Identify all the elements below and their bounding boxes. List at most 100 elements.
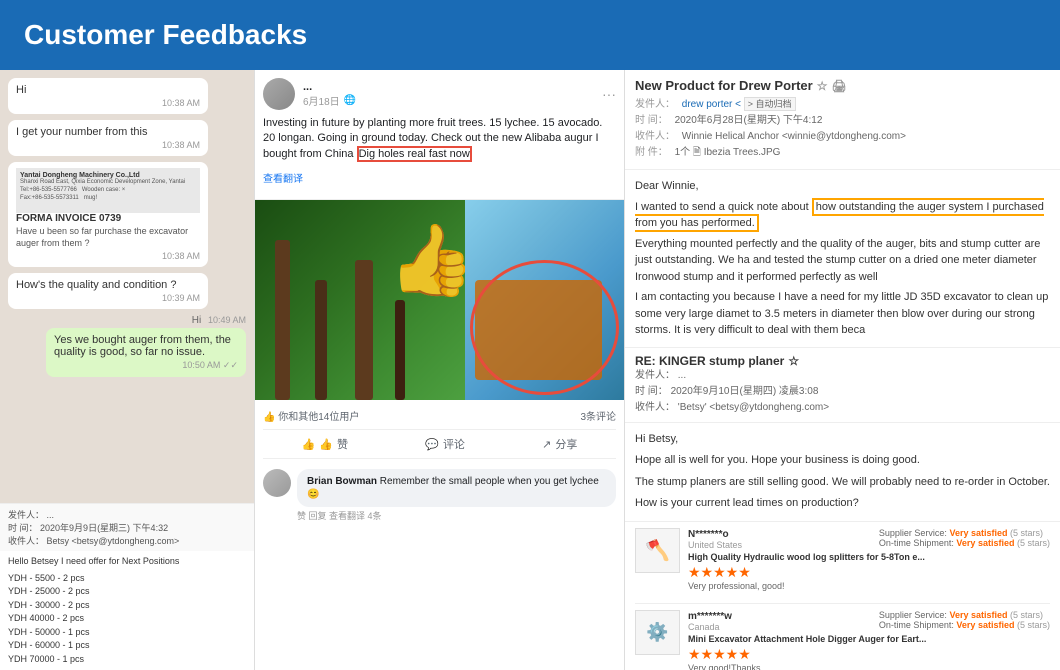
tree-trunk-1 bbox=[275, 240, 290, 400]
fb-user-name: ... bbox=[303, 81, 356, 93]
chat-text-2: I get your number from this bbox=[16, 126, 147, 138]
like-button[interactable]: 👍 👍 赞 bbox=[302, 436, 348, 452]
chat-bubble-1: Hi 10:38 AM bbox=[8, 78, 208, 114]
fb-post-text: Investing in future by planting more fru… bbox=[263, 116, 616, 162]
email1-para3: I am contacting you because I have a nee… bbox=[635, 289, 1050, 339]
invoice-company: Yantai Dongheng Machinery Co.,Ltd bbox=[20, 172, 140, 179]
star2-icon[interactable]: ☆ bbox=[788, 354, 799, 368]
commenter-avatar bbox=[263, 469, 291, 497]
share-button[interactable]: ↗ 分享 bbox=[542, 436, 577, 452]
review2-img-box: ⚙️ bbox=[635, 610, 680, 655]
left-email-section: 发件人： ... 时 间： 2020年9月9日(星期三) 下午4:32 收件人：… bbox=[0, 503, 254, 551]
invoice-image: Yantai Dongheng Machinery Co.,Ltd Shanxi… bbox=[16, 168, 200, 213]
comment-actions: 赞 回复 查看翻译 4条 bbox=[297, 509, 616, 522]
fb-user-row: ... 6月18日 🌐 bbox=[263, 78, 356, 110]
invoice-time: 10:38 AM bbox=[16, 251, 200, 261]
page-header: Customer Feedbacks bbox=[0, 0, 1060, 70]
left-email-to: 收件人： Betsy <betsy@ytdongheng.com> bbox=[8, 534, 246, 547]
email2-to-row: 收件人： 'Betsy' <betsy@ytdongheng.com> bbox=[635, 400, 1050, 416]
fb-comment: Brian Bowman Remember the small people w… bbox=[255, 463, 624, 528]
order-item: YDH - 5500 - 2 pcs bbox=[8, 572, 246, 586]
chat-time-2: 10:38 AM bbox=[16, 140, 200, 150]
review1-product-image: 🪓 bbox=[635, 528, 680, 573]
reviews-area: 🪓 N*******o United States Supplier Servi… bbox=[625, 522, 1060, 670]
reply-message: Yes we bought auger from them, the quali… bbox=[8, 328, 246, 377]
review1-details: N*******o United States Supplier Service… bbox=[688, 528, 1050, 591]
review1-stars: ★★★★★ bbox=[688, 564, 1050, 581]
review-item-1: 🪓 N*******o United States Supplier Servi… bbox=[635, 528, 1050, 591]
comment-button[interactable]: 💬 评论 bbox=[425, 436, 465, 452]
review1-comment: Very professional, good! bbox=[688, 581, 1050, 591]
fb-avatar bbox=[263, 78, 295, 110]
fb-plant-image-left: 👍 bbox=[255, 200, 465, 400]
review1-header: N*******o United States Supplier Service… bbox=[688, 528, 1050, 550]
reply-bubble: Yes we bought auger from them, the quali… bbox=[46, 328, 246, 377]
print-icon[interactable]: 🖨 bbox=[831, 79, 846, 93]
review1-product-name: High Quality Hydraulic wood log splitter… bbox=[688, 552, 1050, 562]
review2-stars: ★★★★★ bbox=[688, 646, 1050, 663]
email1-greeting: Dear Winnie, bbox=[635, 178, 1050, 195]
invoice-title: FORMA INVOICE 0739 bbox=[16, 213, 200, 224]
left-panel: Hi 10:38 AM I get your number from this … bbox=[0, 70, 255, 670]
left-email-time: 时 间： 2020年9月9日(星期三) 下午4:32 bbox=[8, 521, 246, 534]
chat-time-3: 10:39 AM bbox=[16, 293, 200, 303]
review-divider bbox=[635, 603, 1050, 604]
email1-header: New Product for Drew Porter ☆ 🖨 发件人： dre… bbox=[625, 70, 1060, 170]
chat-text-1: Hi bbox=[16, 84, 26, 96]
email2-header: RE: KINGER stump planer ☆ 发件人： ... 时 间： … bbox=[625, 348, 1060, 423]
order-list: Hello Betsey I need offer for Next Posit… bbox=[0, 551, 254, 670]
fb-actions: 👍 👍 赞 💬 评论 ↗ 分享 bbox=[263, 429, 616, 459]
star-icon[interactable]: ☆ bbox=[817, 79, 828, 93]
fb-post-header: ... 6月18日 🌐 ··· bbox=[263, 78, 616, 110]
email2-para1: Hope all is well for you. Hope your busi… bbox=[635, 452, 1050, 470]
chat-area: Hi 10:38 AM I get your number from this … bbox=[0, 70, 254, 503]
order-item: YDH - 50000 - 1 pcs bbox=[8, 626, 246, 640]
comment-icon: 💬 bbox=[425, 438, 439, 451]
email2-greeting: Hi Betsy, bbox=[635, 431, 1050, 449]
email1-attachment-row: 附 件： 1个 🗎 Ibezia Trees.JPG bbox=[635, 145, 1050, 161]
email1-para2: Everything mounted perfectly and the qua… bbox=[635, 236, 1050, 286]
excavator-circle bbox=[470, 260, 619, 395]
email1-subject: New Product for Drew Porter ☆ 🖨 bbox=[635, 78, 1050, 93]
order-intro: Hello Betsey I need offer for Next Posit… bbox=[8, 555, 246, 569]
fb-user-info: ... 6月18日 🌐 bbox=[303, 81, 356, 108]
email1-para1: I wanted to send a quick note about how … bbox=[635, 199, 1050, 232]
fb-excavator-image bbox=[465, 200, 624, 400]
fb-highlight-text: Dig holes real fast now bbox=[357, 146, 472, 162]
review1-img-box: 🪓 bbox=[635, 528, 680, 573]
review2-comment: Very good!Thanks bbox=[688, 663, 1050, 670]
email1-sender: drew porter < bbox=[682, 99, 741, 110]
commenter-name: Brian Bowman bbox=[307, 476, 377, 487]
more-options-button[interactable]: ··· bbox=[602, 86, 616, 102]
review-item-2: ⚙️ m*******w Canada Supplier Service: Ve… bbox=[635, 610, 1050, 670]
fb-images: 👍 bbox=[255, 200, 624, 400]
email1-to-row: 收件人： Winnie Helical Anchor <winnie@ytdon… bbox=[635, 129, 1050, 145]
fb-likes: 👍 你和其他14位用户 3条评论 bbox=[263, 408, 616, 423]
right-panel: New Product for Drew Porter ☆ 🖨 发件人： dre… bbox=[625, 70, 1060, 670]
chat-message-1: Hi 10:38 AM bbox=[8, 78, 246, 114]
thumbs-up-overlay: 👍 bbox=[388, 220, 465, 302]
email1-from-row: 发件人： drew porter < > 自动归档 bbox=[635, 97, 1050, 113]
chat-bubble-2: I get your number from this 10:38 AM bbox=[8, 120, 208, 156]
email1-time-row: 时 间： 2020年6月28日(星期天) 下午4:12 bbox=[635, 113, 1050, 129]
email2-subject: RE: KINGER stump planer ☆ bbox=[635, 354, 1050, 368]
tree-trunk-4 bbox=[395, 300, 405, 400]
invoice-bubble: Yantai Dongheng Machinery Co.,Ltd Shanxi… bbox=[8, 162, 208, 267]
comment-text: Brian Bowman Remember the small people w… bbox=[297, 469, 616, 507]
hi-label: Hi 10:49 AM bbox=[8, 315, 246, 326]
left-email-from: 发件人： ... bbox=[8, 508, 246, 521]
review2-product-name: Mini Excavator Attachment Hole Digger Au… bbox=[688, 634, 1050, 644]
order-item: YDH - 60000 - 1 pcs bbox=[8, 639, 246, 653]
chat-bubble-3: How's the quality and condition ? 10:39 … bbox=[8, 273, 208, 309]
email1-meta: 发件人： drew porter < > 自动归档 时 间： 2020年6月28… bbox=[635, 97, 1050, 161]
email2-para2: The stump planers are still selling good… bbox=[635, 474, 1050, 492]
email2-body: Hi Betsy, Hope all is well for you. Hope… bbox=[625, 423, 1060, 522]
fb-translate-link[interactable]: 查看翻译 bbox=[263, 170, 616, 185]
chat-message-2: I get your number from this 10:38 AM bbox=[8, 120, 246, 156]
review2-details: m*******w Canada Supplier Service: Very … bbox=[688, 610, 1050, 670]
review2-product-image: ⚙️ bbox=[635, 610, 680, 655]
comment-content: Brian Bowman Remember the small people w… bbox=[297, 469, 616, 522]
email2-from-row: 发件人： ... bbox=[635, 368, 1050, 384]
tree-trunk-2 bbox=[315, 280, 327, 400]
chat-text-3: How's the quality and condition ? bbox=[16, 279, 176, 291]
